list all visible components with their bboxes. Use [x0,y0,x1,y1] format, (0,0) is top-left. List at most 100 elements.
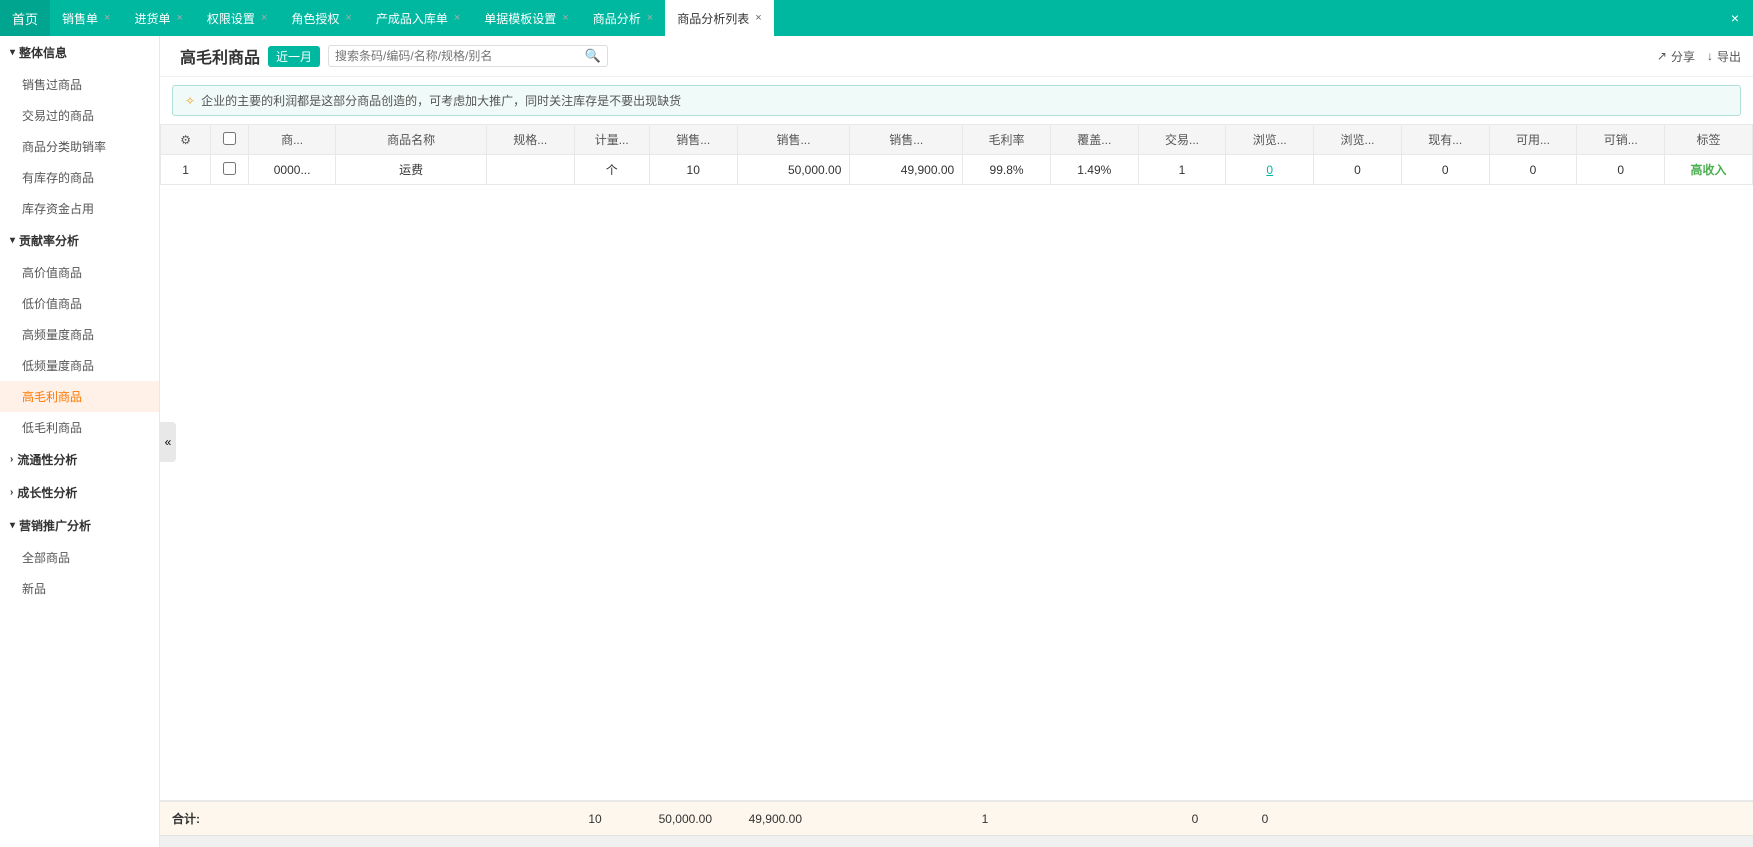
footer-sales-qty: 10 [560,812,630,826]
sidebar-item-stocked-goods[interactable]: 有库存的商品 [0,162,159,193]
row-checkbox[interactable] [223,162,236,175]
th-checkbox[interactable] [211,125,249,155]
settings-icon[interactable]: ⚙ [180,133,191,147]
footer-browse1 [1020,812,1090,826]
sidebar-item-traded-goods[interactable]: 交易过的商品 [0,100,159,131]
arrow-flow: › [10,454,13,465]
search-input[interactable] [335,49,585,63]
sidebar-item-stock-capital[interactable]: 库存资金占用 [0,193,159,224]
nav-purchase[interactable]: 进货单 × [122,0,194,36]
footer-trade: 1 [950,812,1020,826]
select-all-checkbox[interactable] [223,132,236,145]
close-product-analysis-list-tab[interactable]: × [755,12,761,24]
period-button[interactable]: 近一月 [268,46,320,67]
close-purchase-tab[interactable]: × [176,12,182,24]
cell-sellable: 0 [1577,155,1665,185]
close-app-button[interactable]: × [1717,0,1753,36]
search-icon[interactable]: 🔍 [585,48,601,64]
sidebar-group-marketing[interactable]: ▾ 营销推广分析 [0,509,159,542]
footer-code [240,812,310,826]
footer-available: 0 [1230,812,1300,826]
sidebar-item-low-margin[interactable]: 低毛利商品 [0,412,159,443]
footer-name [310,812,430,826]
th-name[interactable]: 商品名称 [336,125,486,155]
footer-sales-cost: 49,900.00 [720,812,810,826]
arrow-overall: ▾ [10,47,15,58]
cell-checkbox[interactable] [211,155,249,185]
footer-margin-rate [810,812,880,826]
close-product-import-tab[interactable]: × [454,12,460,24]
cell-name: 运费 [336,155,486,185]
search-box: 🔍 [328,45,608,67]
close-order-template-tab[interactable]: × [562,12,568,24]
sidebar-item-low-price[interactable]: 低价值商品 [0,288,159,319]
cell-available: 0 [1489,155,1577,185]
cell-browse1[interactable]: 0 [1226,155,1314,185]
sidebar-collapse-button[interactable]: « [160,422,176,462]
sidebar-group-flow[interactable]: › 流通性分析 [0,443,159,476]
th-current-stock[interactable]: 现有... [1401,125,1489,155]
sidebar-item-high-price[interactable]: 高价值商品 [0,257,159,288]
export-button[interactable]: ↓ 导出 [1707,48,1741,65]
cell-trade: 1 [1138,155,1226,185]
th-sales-amount[interactable]: 销售... [737,125,850,155]
sidebar-group-financial[interactable]: ▾ 贡献率分析 [0,224,159,257]
close-product-analysis-tab[interactable]: × [647,12,653,24]
cell-index: 1 [161,155,211,185]
th-available[interactable]: 可用... [1489,125,1577,155]
cell-sales-amount: 50,000.00 [737,155,850,185]
nav-home[interactable]: 首页 [0,0,50,36]
th-trade[interactable]: 交易... [1138,125,1226,155]
footer-tag [1370,812,1440,826]
footer-current-stock: 0 [1160,812,1230,826]
nav-order-template[interactable]: 单据模板设置 × [472,0,580,36]
th-coverage[interactable]: 覆盖... [1050,125,1138,155]
nav-permission-settings[interactable]: 权限设置 × [195,0,279,36]
close-permission-settings-tab[interactable]: × [261,12,267,24]
footer-label: 合计: [172,810,200,827]
close-sales-tab[interactable]: × [104,12,110,24]
th-index: ⚙ [161,125,211,155]
close-role-permission-tab[interactable]: × [345,12,351,24]
sidebar-item-high-freq[interactable]: 高频量度商品 [0,319,159,350]
sidebar-item-goods-analysis-helper[interactable]: 商品分类助销率 [0,131,159,162]
sidebar-item-high-margin[interactable]: 高毛利商品 [0,381,159,412]
sidebar-item-low-freq[interactable]: 低频量度商品 [0,350,159,381]
cell-tag: 高收入 [1665,155,1753,185]
th-sellable[interactable]: 可销... [1577,125,1665,155]
sidebar-item-new-goods[interactable]: 新品 [0,573,159,604]
nav-sales[interactable]: 销售单 × [50,0,122,36]
th-browse1[interactable]: 浏览... [1226,125,1314,155]
sidebar-group-growth[interactable]: › 成长性分析 [0,476,159,509]
nav-product-analysis-list[interactable]: 商品分析列表 × [665,0,773,36]
th-tag[interactable]: 标签 [1665,125,1753,155]
sidebar-group-overall[interactable]: ▾ 整体信息 [0,36,159,69]
th-browse2[interactable]: 浏览... [1314,125,1402,155]
content-area: « 高毛利商品 近一月 🔍 ↗ 分享 ↓ 导出 [160,36,1753,847]
cell-spec [486,155,574,185]
th-unit[interactable]: 计量... [574,125,649,155]
nav-product-analysis[interactable]: 商品分析 × [581,0,665,36]
cell-code: 0000... [248,155,336,185]
cell-coverage: 1.49% [1050,155,1138,185]
share-button[interactable]: ↗ 分享 [1657,48,1695,65]
cell-sales-cost: 49,900.00 [850,155,963,185]
info-banner: ✧ 企业的主要的利润都是这部分商品创造的，可考虑加大推广，同时关注库存是不要出现… [172,85,1741,116]
top-nav: 首页 销售单 × 进货单 × 权限设置 × 角色授权 × 产成品入库单 × 单据… [0,0,1753,36]
nav-product-import[interactable]: 产成品入库单 × [364,0,472,36]
footer-spec [430,812,500,826]
th-sales-cost[interactable]: 销售... [850,125,963,155]
footer-values: 10 50,000.00 49,900.00 1 0 0 [240,812,1741,826]
nav-role-permission[interactable]: 角色授权 × [279,0,363,36]
sidebar: ▾ 整体信息 销售过商品 交易过的商品 商品分类助销率 有库存的商品 库存资金占… [0,36,160,847]
footer-total: 合计: 10 50,000.00 49,900.00 1 0 0 [160,800,1753,835]
table-row: 1 0000... 运费 个 10 50,000.00 49,900.00 99 [161,155,1753,185]
arrow-growth: › [10,487,13,498]
th-sales-qty[interactable]: 销售... [649,125,737,155]
th-margin-rate[interactable]: 毛利率 [963,125,1051,155]
sidebar-item-sales-goods[interactable]: 销售过商品 [0,69,159,100]
horizontal-scrollbar[interactable] [160,835,1753,847]
sidebar-item-all-goods[interactable]: 全部商品 [0,542,159,573]
th-spec[interactable]: 规格... [486,125,574,155]
th-code[interactable]: 商... [248,125,336,155]
